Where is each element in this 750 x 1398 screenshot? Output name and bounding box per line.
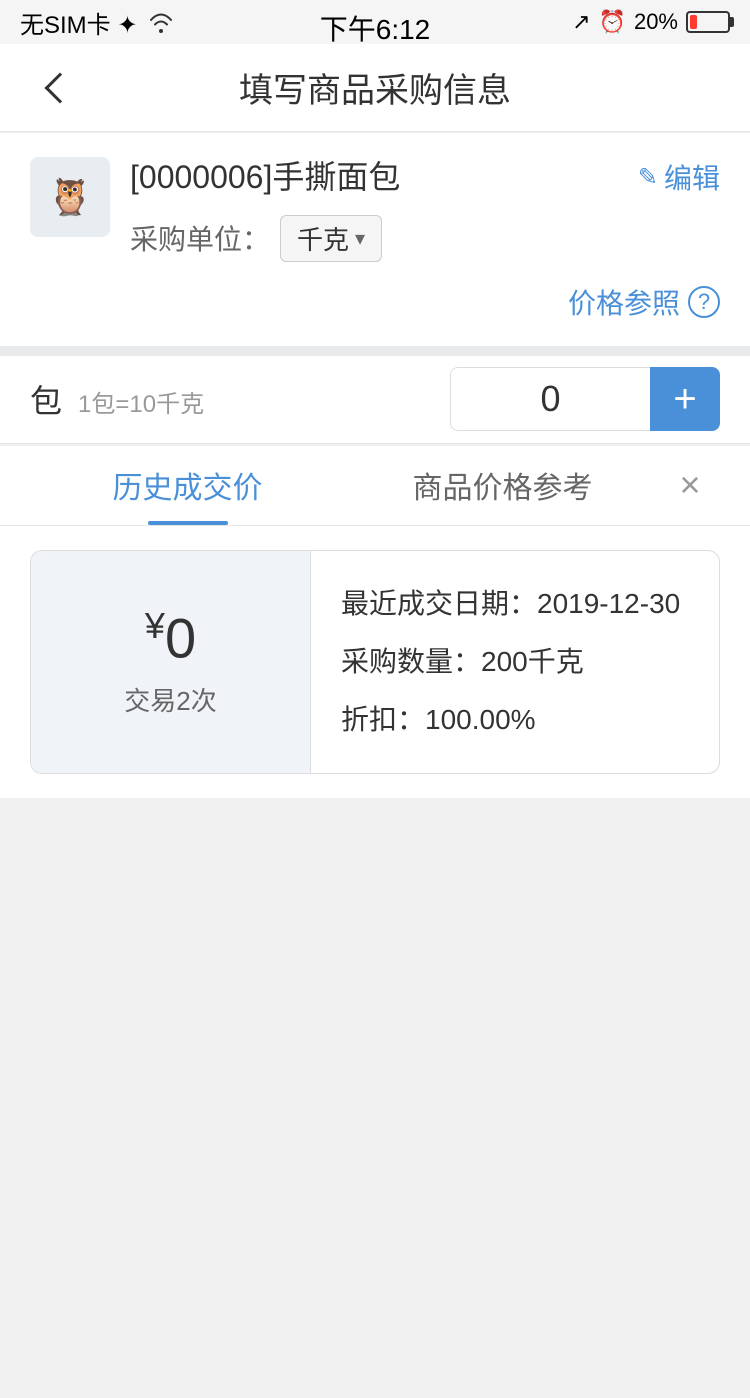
page-title: 填写商品采购信息 [239,63,511,112]
qty-unit-label: 包 [30,376,62,422]
tab-product-price-ref[interactable]: 商品价格参考 [345,446,660,525]
tab-active-underline [148,521,228,525]
price-ref-row: 价格参照 ? [30,282,720,322]
price-ref-button[interactable]: 价格参照 ? [568,282,720,322]
price-ref-label: 价格参照 [568,282,680,322]
qty-label-group: 包 1包=10千克 [30,376,204,422]
quantity-row: 包 1包=10千克 0 + [0,356,750,444]
tab-bar: 历史成交价 商品价格参考 × [0,446,750,526]
status-bar: 无SIM卡 ✦ 下午6:12 ↗ ⏰ 20% [0,0,750,44]
tab-close-button[interactable]: × [660,455,720,515]
help-circle-icon: ? [688,286,720,318]
unit-value: 千克 [297,220,349,257]
qty-plus-button[interactable]: + [650,367,720,431]
product-left: 🦉 [0000006]手撕面包 采购单位： 千克 ▾ [30,157,400,262]
purchase-unit-row: 采购单位： 千克 ▾ [130,215,400,262]
qty-conversion-text: 1包=10千克 [78,384,204,419]
wifi-icon [147,11,175,33]
battery-icon [686,11,730,33]
nav-bar: 填写商品采购信息 [0,44,750,132]
product-section: 🦉 [0000006]手撕面包 采购单位： 千克 ▾ ✎ 编辑 价格参照 [0,133,750,346]
product-thumbnail: 🦉 [30,157,110,237]
product-name: [0000006]手撕面包 [130,157,400,199]
card-container: ¥0 交易2次 最近成交日期：2019-12-30 采购数量：200千克 折扣：… [0,526,750,798]
plus-icon: + [673,377,696,422]
last-trade-date: 最近成交日期：2019-12-30 [341,583,689,625]
price-value: 0 [165,607,196,670]
discount: 折扣：100.00% [341,699,689,741]
qty-value: 0 [540,378,560,420]
tab-product-price-ref-label: 商品价格参考 [413,463,593,507]
currency-symbol: ¥ [145,605,165,646]
location-icon: ↗ [572,9,590,35]
unit-label: 采购单位： [130,218,270,258]
trade-count: 交易2次 [124,681,216,718]
unit-selector[interactable]: 千克 ▾ [280,215,382,262]
qty-input-box[interactable]: 0 [450,367,650,431]
card-price-display: ¥0 [145,605,196,671]
status-time: 下午6:12 [320,8,431,48]
edit-label: 编辑 [664,157,720,197]
battery-fill [690,15,697,29]
product-header: 🦉 [0000006]手撕面包 采购单位： 千克 ▾ ✎ 编辑 [30,157,720,262]
tab-section: 历史成交价 商品价格参考 × ¥0 交易2次 最近成交日期：2019-12-30… [0,446,750,798]
battery-percent: 20% [634,9,678,35]
carrier-text: 无SIM卡 ✦ [20,5,137,40]
tab-history-price-label: 历史成交价 [113,463,263,507]
card-right: 最近成交日期：2019-12-30 采购数量：200千克 折扣：100.00% [311,551,719,773]
bottom-background [0,798,750,1398]
close-icon: × [679,464,700,506]
card-left: ¥0 交易2次 [31,551,311,773]
tab-history-price[interactable]: 历史成交价 [30,446,345,525]
section-divider [0,346,750,356]
purchase-quantity: 采购数量：200千克 [341,641,689,683]
product-owl-icon: 🦉 [48,176,93,218]
status-right: ↗ ⏰ 20% [572,9,730,35]
back-arrow-icon [44,72,75,103]
dropdown-arrow-icon: ▾ [355,226,365,251]
status-left: 无SIM卡 ✦ [20,5,175,40]
back-button[interactable] [30,58,90,118]
qty-input-group: 0 + [450,367,720,431]
alarm-icon: ⏰ [599,9,626,35]
price-card: ¥0 交易2次 最近成交日期：2019-12-30 采购数量：200千克 折扣：… [30,550,720,774]
edit-button[interactable]: ✎ 编辑 [638,157,720,197]
edit-icon: ✎ [638,163,658,192]
product-info: [0000006]手撕面包 采购单位： 千克 ▾ [130,157,400,262]
